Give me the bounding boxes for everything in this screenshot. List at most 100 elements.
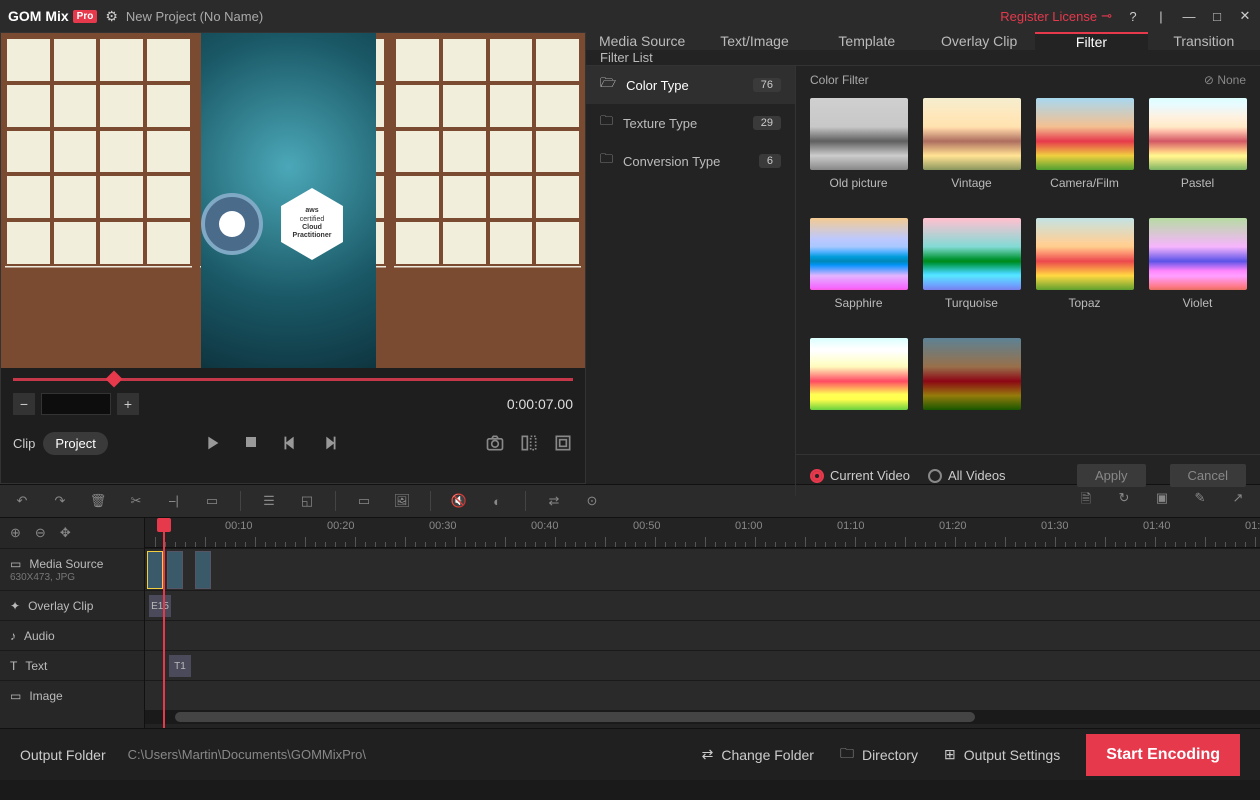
split-icon[interactable]: ⎯| xyxy=(164,493,184,509)
text-chip[interactable]: T1 xyxy=(169,655,191,677)
filter-turquoise[interactable]: Turquoise xyxy=(919,218,1024,330)
tab-template[interactable]: Template xyxy=(811,32,923,50)
crop-icon[interactable]: ◱ xyxy=(297,493,317,509)
trash-icon[interactable]: 🗑 xyxy=(88,493,108,509)
track-overlay[interactable]: E15 xyxy=(145,590,1260,620)
tab-overlay-clip[interactable]: Overlay Clip xyxy=(923,32,1035,50)
track-media[interactable] xyxy=(145,548,1260,590)
minimize-icon[interactable]: — xyxy=(1182,9,1196,23)
track-text[interactable]: T1 xyxy=(145,650,1260,680)
radio-current-video[interactable]: Current Video xyxy=(810,468,910,483)
cancel-button[interactable]: Cancel xyxy=(1170,464,1246,487)
filter-extra-1[interactable] xyxy=(806,338,911,450)
start-encoding-button[interactable]: Start Encoding xyxy=(1086,734,1240,776)
track-audio[interactable] xyxy=(145,620,1260,650)
preview-canvas[interactable]: aws certified Cloud Practitioner xyxy=(1,33,585,368)
playhead[interactable] xyxy=(163,518,165,728)
undo-icon[interactable]: ↶ xyxy=(12,493,32,509)
project-mode-button[interactable]: Project xyxy=(43,432,107,455)
radio-on-icon xyxy=(810,469,824,483)
track-label-overlay[interactable]: ✦Overlay Clip xyxy=(0,590,144,620)
directory-button[interactable]: 🗀Directory xyxy=(840,743,918,767)
close-icon[interactable]: ✕ xyxy=(1238,9,1252,23)
zoom-fit-icon[interactable]: ✥ xyxy=(60,525,71,541)
zoom-in-icon[interactable]: ⊕ xyxy=(10,525,21,541)
image-icon[interactable]: 🖼 xyxy=(392,493,412,509)
ruler-mark: 01:40 xyxy=(1143,520,1171,532)
scrub-bar[interactable] xyxy=(1,368,585,390)
track-label-audio[interactable]: ♪Audio xyxy=(0,620,144,650)
ruler-mark: 00:30 xyxy=(429,520,457,532)
ruler-mark: 01:5 xyxy=(1245,520,1260,532)
timeline-ruler[interactable]: 00:1000:2000:3000:4000:5001:0001:1001:20… xyxy=(145,518,1260,548)
tab-row: Media Source Text/Image Template Overlay… xyxy=(586,32,1260,50)
cut-icon[interactable]: ✂ xyxy=(126,493,146,509)
filter-pastel[interactable]: Pastel xyxy=(1145,98,1250,210)
tab-filter[interactable]: Filter xyxy=(1035,32,1147,50)
mute-icon[interactable]: 🔇 xyxy=(449,493,469,509)
track-image[interactable] xyxy=(145,680,1260,710)
track-label-text[interactable]: TText xyxy=(0,650,144,680)
track-label-image[interactable]: ▭Image xyxy=(0,680,144,710)
help-icon[interactable]: ? xyxy=(1126,9,1140,23)
zoom-out-icon[interactable]: ⊖ xyxy=(35,525,46,541)
camera-icon[interactable] xyxy=(485,433,505,453)
edit-icon[interactable]: ✎ xyxy=(1190,490,1210,512)
titlebar: GOM Mix Pro ⚙ New Project (No Name) Regi… xyxy=(0,0,1260,32)
track-label-media[interactable]: ▭Media Source 630X473, JPG xyxy=(0,548,144,590)
doc-icon[interactable]: 🗎 xyxy=(1076,490,1096,512)
aspect-icon[interactable] xyxy=(519,433,539,453)
category-list: 🗁 Color Type 76 🗀 Texture Type 29 🗀 Conv… xyxy=(586,66,796,496)
redo-icon[interactable]: ↷ xyxy=(50,493,70,509)
output-settings-button[interactable]: ⊞Output Settings xyxy=(944,746,1060,763)
overlay-chip[interactable]: E15 xyxy=(149,595,171,617)
swap-icon[interactable]: ⇄ xyxy=(544,493,564,509)
filter-violet[interactable]: Violet xyxy=(1145,218,1250,330)
filter-camera-film[interactable]: Camera/Film xyxy=(1032,98,1137,210)
tab-text-image[interactable]: Text/Image xyxy=(698,32,810,50)
filter-sapphire[interactable]: Sapphire xyxy=(806,218,911,330)
clip-3[interactable] xyxy=(195,551,211,589)
clip-2[interactable] xyxy=(167,551,183,589)
stop-icon[interactable] xyxy=(241,432,261,454)
register-license-link[interactable]: Register License ⊸ xyxy=(1000,8,1112,24)
gear-icon[interactable]: ⚙ xyxy=(105,8,118,25)
box-icon[interactable]: ▣ xyxy=(1152,490,1172,512)
apply-button[interactable]: Apply xyxy=(1077,464,1146,487)
refresh-icon[interactable]: ↻ xyxy=(1114,490,1134,512)
change-folder-button[interactable]: ⇄Change Folder xyxy=(702,746,814,763)
scrub-handle[interactable] xyxy=(106,370,123,387)
filter-topaz[interactable]: Topaz xyxy=(1032,218,1137,330)
next-frame-icon[interactable] xyxy=(319,432,341,454)
step-minus-button[interactable]: − xyxy=(13,393,35,415)
export-icon[interactable]: ↗ xyxy=(1228,490,1248,512)
category-texture-type[interactable]: 🗀 Texture Type 29 xyxy=(586,104,795,142)
link-icon[interactable]: ⊙ xyxy=(582,493,602,509)
timeline: ⊕ ⊖ ✥ ▭Media Source 630X473, JPG ✦Overla… xyxy=(0,518,1260,728)
select-icon[interactable]: ▭ xyxy=(202,493,222,509)
tab-transition[interactable]: Transition xyxy=(1148,32,1260,50)
maximize-icon[interactable]: □ xyxy=(1210,9,1224,23)
filter-vintage[interactable]: Vintage xyxy=(919,98,1024,210)
clip-1[interactable] xyxy=(147,551,163,589)
play-icon[interactable] xyxy=(201,432,223,454)
fade-icon[interactable]: ◐ xyxy=(487,494,507,509)
output-folder-label: Output Folder xyxy=(20,747,106,763)
category-conversion-type[interactable]: 🗀 Conversion Type 6 xyxy=(586,142,795,180)
fullscreen-icon[interactable] xyxy=(553,433,573,453)
filter-old-picture[interactable]: Old picture xyxy=(806,98,911,210)
cloud-certified-badge xyxy=(201,193,263,255)
step-plus-button[interactable]: + xyxy=(117,393,139,415)
category-color-type[interactable]: 🗁 Color Type 76 xyxy=(586,66,795,104)
h-scrollbar[interactable] xyxy=(145,710,1260,724)
ruler-mark: 01:30 xyxy=(1041,520,1069,532)
clip-mode-button[interactable]: Clip xyxy=(13,436,35,451)
radio-all-videos[interactable]: All Videos xyxy=(928,468,1006,483)
step-input[interactable] xyxy=(41,393,111,415)
prev-frame-icon[interactable] xyxy=(279,432,301,454)
none-button[interactable]: ⊘ None xyxy=(1204,73,1246,87)
tab-media-source[interactable]: Media Source xyxy=(586,32,698,50)
adjust-icon[interactable]: ☰ xyxy=(259,493,279,509)
video-icon[interactable]: ▭ xyxy=(354,493,374,509)
filter-extra-2[interactable] xyxy=(919,338,1024,450)
